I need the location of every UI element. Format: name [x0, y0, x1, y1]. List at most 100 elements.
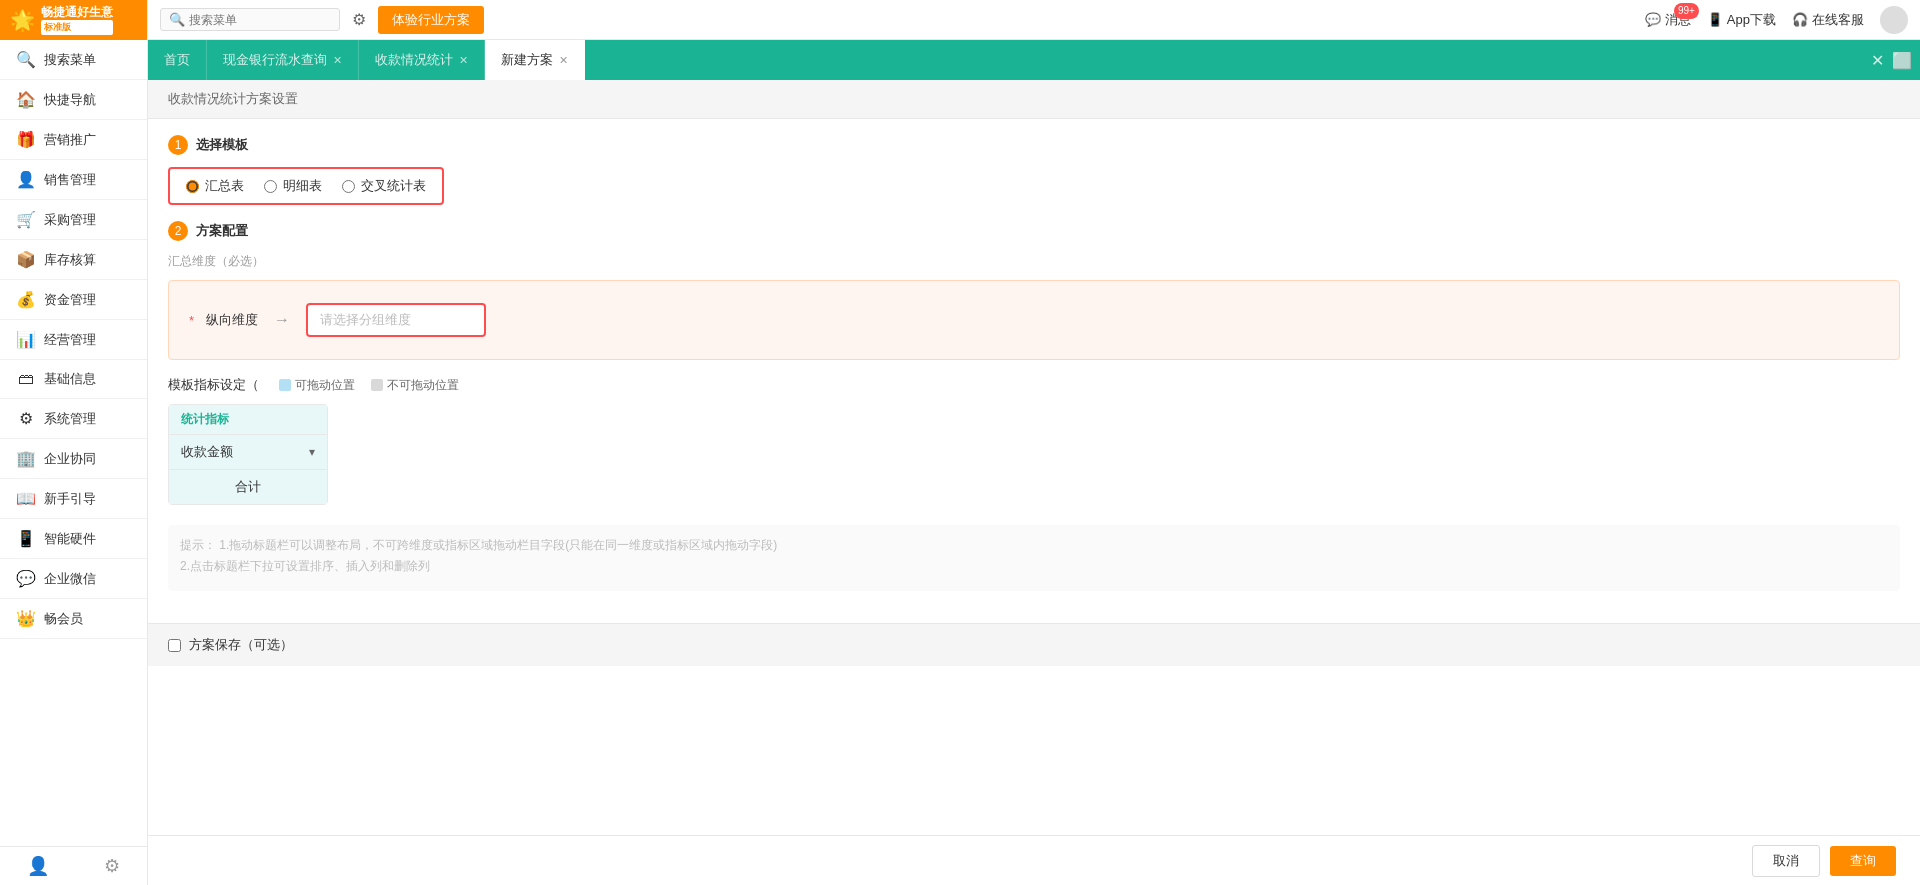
- user-icon: 👤: [16, 170, 36, 189]
- tab-expand-icon[interactable]: ⬜: [1892, 51, 1912, 70]
- content-area: 收款情况统计方案设置 1 选择模板 汇总表 明细表: [148, 80, 1920, 835]
- chart-icon: 📊: [16, 330, 36, 349]
- sidebar: 🌟 畅捷通好生意 标准版 🔍 搜索菜单 🏠 快捷导航 🎁 营销推广 👤 销售管理…: [0, 0, 148, 885]
- step2-section: 2 方案配置 汇总维度（必选） * 纵向维度 → 请选择分组维度: [168, 221, 1900, 591]
- tab-new-plan-label: 新建方案: [501, 51, 553, 69]
- logo-icon: 🌟: [10, 8, 35, 32]
- header-settings-icon[interactable]: ⚙: [352, 10, 366, 29]
- legend-nodrag-label: 不可拖动位置: [387, 377, 459, 394]
- tab-receipt[interactable]: 收款情况统计 ✕: [359, 40, 485, 80]
- radio-detail[interactable]: 明细表: [264, 177, 322, 195]
- radio-cross-input[interactable]: [342, 180, 355, 193]
- sidebar-label-enterprise: 企业协同: [44, 450, 96, 468]
- tab-bank[interactable]: 现金银行流水查询 ✕: [207, 40, 359, 80]
- sidebar-label-marketing: 营销推广: [44, 131, 96, 149]
- tab-home[interactable]: 首页: [148, 40, 207, 80]
- dimension-placeholder: 请选择分组维度: [320, 312, 411, 327]
- form-body: 1 选择模板 汇总表 明细表 交叉统计表: [148, 119, 1920, 623]
- sidebar-item-inventory[interactable]: 📦 库存核算: [0, 240, 147, 280]
- dimension-vertical-label: 纵向维度: [206, 311, 258, 329]
- sidebar-item-operations[interactable]: 📊 经营管理: [0, 320, 147, 360]
- metrics-cell-dropdown-icon[interactable]: ▾: [309, 445, 315, 459]
- cancel-button[interactable]: 取消: [1752, 845, 1820, 877]
- sidebar-logo: 🌟 畅捷通好生意 标准版: [0, 0, 147, 40]
- legend-drag-label: 可拖动位置: [295, 377, 355, 394]
- home-icon: 🏠: [16, 90, 36, 109]
- message-badge: 99+: [1674, 3, 1699, 19]
- service-label: 在线客服: [1812, 11, 1864, 29]
- tab-receipt-close[interactable]: ✕: [459, 54, 468, 67]
- sidebar-bottom-icon-2[interactable]: ⚙: [104, 855, 120, 877]
- sidebar-item-member[interactable]: 👑 畅会员: [0, 599, 147, 639]
- sidebar-item-enterprise[interactable]: 🏢 企业协同: [0, 439, 147, 479]
- tab-close-all-icon[interactable]: ✕: [1871, 51, 1884, 70]
- dimension-select-dropdown[interactable]: 请选择分组维度: [306, 303, 486, 337]
- sidebar-item-finance[interactable]: 💰 资金管理: [0, 280, 147, 320]
- logo-text: 畅捷通好生意: [41, 5, 113, 19]
- sidebar-item-hardware[interactable]: 📱 智能硬件: [0, 519, 147, 559]
- step1-num: 1: [168, 135, 188, 155]
- search-icon: 🔍: [16, 50, 36, 69]
- tab-new-plan[interactable]: 新建方案 ✕: [485, 40, 585, 80]
- metrics-table-total: 合计: [169, 470, 327, 504]
- legend-drag-item: 可拖动位置: [279, 377, 355, 394]
- service-icon: 🎧: [1792, 12, 1808, 27]
- sidebar-item-guide[interactable]: 📖 新手引导: [0, 479, 147, 519]
- user-avatar[interactable]: [1880, 6, 1908, 34]
- header-search-input[interactable]: [189, 13, 319, 27]
- building-icon: 🏢: [16, 449, 36, 468]
- sidebar-bottom-icon-1[interactable]: 👤: [27, 855, 49, 877]
- header-search-box[interactable]: 🔍: [160, 8, 340, 31]
- book-icon: 📖: [16, 489, 36, 508]
- sidebar-label-guide: 新手引导: [44, 490, 96, 508]
- radio-detail-label[interactable]: 明细表: [283, 177, 322, 195]
- sidebar-item-wechat[interactable]: 💬 企业微信: [0, 559, 147, 599]
- radio-detail-input[interactable]: [264, 180, 277, 193]
- tab-bank-close[interactable]: ✕: [333, 54, 342, 67]
- dimension-row: * 纵向维度 → 请选择分组维度: [189, 303, 486, 337]
- trial-button[interactable]: 体验行业方案: [378, 6, 484, 34]
- save-section: 方案保存（可选）: [148, 623, 1920, 666]
- radio-summary[interactable]: 汇总表: [186, 177, 244, 195]
- download-item[interactable]: 📱 App下载: [1707, 11, 1776, 29]
- radio-summary-input[interactable]: [186, 180, 199, 193]
- gear-icon: ⚙: [16, 409, 36, 428]
- radio-summary-label[interactable]: 汇总表: [205, 177, 244, 195]
- legend-nodrag-dot: [371, 379, 383, 391]
- save-checkbox[interactable]: [168, 639, 181, 652]
- tab-new-plan-close[interactable]: ✕: [559, 54, 568, 67]
- main-area: 🔍 ⚙ 体验行业方案 💬 消息 99+ 📱 App下载 🎧 在线客服 首页: [148, 0, 1920, 885]
- message-item[interactable]: 💬 消息 99+: [1645, 11, 1691, 29]
- sidebar-item-quick-nav[interactable]: 🏠 快捷导航: [0, 80, 147, 120]
- sidebar-label-inventory: 库存核算: [44, 251, 96, 269]
- download-icon: 📱: [1707, 12, 1723, 27]
- query-button[interactable]: 查询: [1830, 846, 1896, 876]
- dimension-title-text: 汇总维度（必选）: [168, 254, 264, 268]
- sidebar-label-sales: 销售管理: [44, 171, 96, 189]
- header: 🔍 ⚙ 体验行业方案 💬 消息 99+ 📱 App下载 🎧 在线客服: [148, 0, 1920, 40]
- sidebar-item-system[interactable]: ⚙ 系统管理: [0, 399, 147, 439]
- legend-drag-dot: [279, 379, 291, 391]
- service-item[interactable]: 🎧 在线客服: [1792, 11, 1864, 29]
- sidebar-item-search[interactable]: 🔍 搜索菜单: [0, 40, 147, 80]
- sidebar-item-purchase[interactable]: 🛒 采购管理: [0, 200, 147, 240]
- radio-cross[interactable]: 交叉统计表: [342, 177, 426, 195]
- tips-line1: 提示： 1.拖动标题栏可以调整布局，不可跨维度或指标区域拖动栏目字段(只能在同一…: [180, 537, 1888, 554]
- bottom-action-bar: 取消 查询: [148, 835, 1920, 885]
- cart-icon: 🛒: [16, 210, 36, 229]
- sidebar-bottom: 👤 ⚙: [0, 846, 147, 885]
- sidebar-item-base[interactable]: 🗃 基础信息: [0, 360, 147, 399]
- phone-icon: 📱: [16, 529, 36, 548]
- dimension-title: 汇总维度（必选）: [168, 253, 1900, 270]
- money-icon: 💰: [16, 290, 36, 309]
- sidebar-label-operations: 经营管理: [44, 331, 96, 349]
- database-icon: 🗃: [16, 370, 36, 388]
- metrics-table-cell[interactable]: 收款金额 ▾: [169, 435, 327, 470]
- radio-cross-label[interactable]: 交叉统计表: [361, 177, 426, 195]
- sidebar-item-marketing[interactable]: 🎁 营销推广: [0, 120, 147, 160]
- header-right: 💬 消息 99+ 📱 App下载 🎧 在线客服: [1645, 6, 1908, 34]
- sidebar-label-wechat: 企业微信: [44, 570, 96, 588]
- sidebar-item-sales[interactable]: 👤 销售管理: [0, 160, 147, 200]
- sidebar-label-purchase: 采购管理: [44, 211, 96, 229]
- tab-bank-label: 现金银行流水查询: [223, 51, 327, 69]
